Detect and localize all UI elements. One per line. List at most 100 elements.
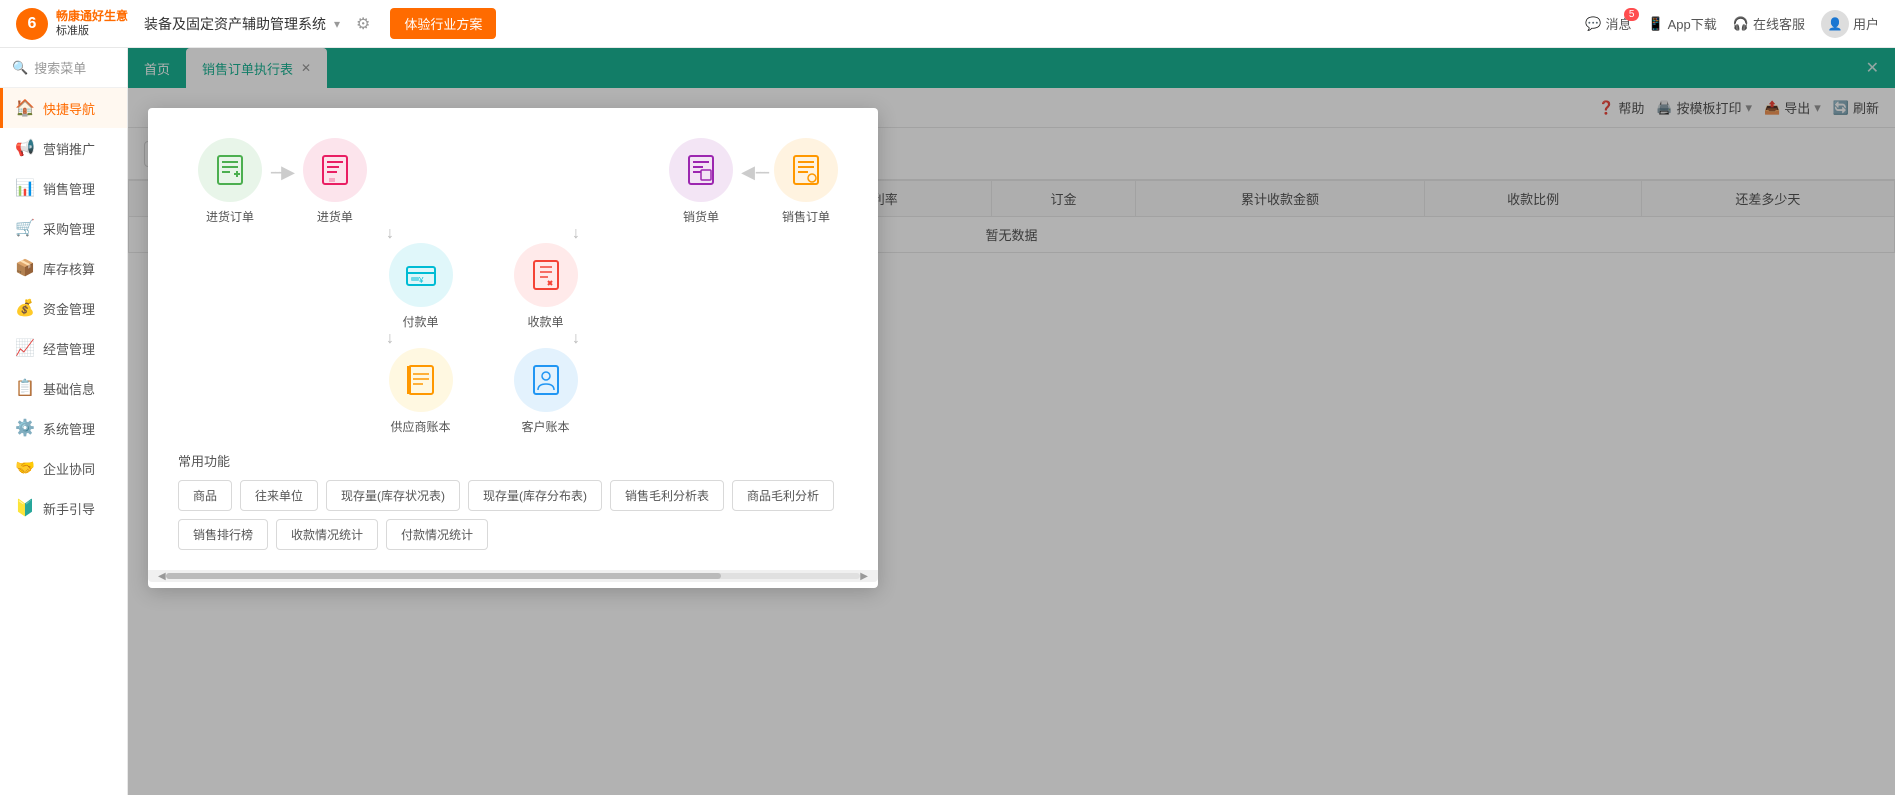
- scrollbar-track[interactable]: [166, 573, 861, 579]
- newbie-icon: 🔰: [15, 498, 35, 518]
- flow-node-receipt[interactable]: 收款单: [514, 243, 578, 330]
- username: 用户: [1853, 14, 1879, 33]
- purchase-icon: 🛒: [15, 218, 35, 238]
- search-icon: 🔍: [12, 60, 28, 76]
- headphone-icon: 🎧: [1733, 16, 1749, 32]
- quick-nav-icon: 🏠: [15, 98, 35, 118]
- scroll-left-icon[interactable]: ◀: [158, 571, 166, 582]
- sidebar-item-basic-info[interactable]: 📋 基础信息: [0, 368, 127, 408]
- sidebar-item-label: 销售管理: [43, 179, 95, 198]
- flow-diagram: 进货订单 - - - ▶: [168, 128, 858, 435]
- func-buttons-row1: 商品 往来单位 现存量(库存状况表) 现存量(库存分布表) 销售毛利分析表 商品…: [178, 480, 848, 511]
- func-btn-receipt-stats[interactable]: 收款情况统计: [276, 519, 378, 550]
- sidebar-item-label: 快捷导航: [43, 99, 95, 118]
- sale-bill-label: 销货单: [683, 208, 719, 225]
- sidebar-item-quick-nav[interactable]: 🏠 快捷导航: [0, 88, 127, 128]
- purchase-order-icon: [198, 138, 262, 202]
- purchase-order-label: 进货订单: [206, 208, 254, 225]
- svg-text:¥: ¥: [418, 276, 424, 285]
- func-btn-product[interactable]: 商品: [178, 480, 232, 511]
- finance-icon: 💰: [15, 298, 35, 318]
- scroll-right-icon[interactable]: ▶: [860, 571, 868, 582]
- sidebar-item-label: 营销推广: [43, 139, 95, 158]
- enterprise-icon: 🤝: [15, 458, 35, 478]
- receipt-icon: [514, 243, 578, 307]
- flow-node-payment[interactable]: ¥ 付款单: [389, 243, 453, 330]
- purchase-bill-label: 进货单: [317, 208, 353, 225]
- search-menu-label: 搜索菜单: [34, 58, 86, 77]
- top-right-area: 💬 消息 5 📱 App下载 🎧 在线客服 👤 用户: [1585, 10, 1879, 38]
- payment-icon: ¥: [389, 243, 453, 307]
- app-download-label: App下载: [1668, 14, 1717, 33]
- trial-button[interactable]: 体验行业方案: [390, 8, 496, 39]
- func-btn-product-profit[interactable]: 商品毛利分析: [732, 480, 834, 511]
- inventory-icon: 📦: [15, 258, 35, 278]
- message-icon: 💬: [1585, 16, 1601, 32]
- sales-icon: 📊: [15, 178, 35, 198]
- sidebar-item-marketing[interactable]: 📢 营销推广: [0, 128, 127, 168]
- sidebar-item-label: 库存核算: [43, 259, 95, 278]
- settings-icon[interactable]: ⚙: [356, 14, 370, 34]
- sidebar-item-label: 基础信息: [43, 379, 95, 398]
- user-area[interactable]: 👤 用户: [1821, 10, 1879, 38]
- flow-node-customer-ledger[interactable]: 客户账本: [514, 348, 578, 435]
- content-area: 首页 销售订单执行表 ✕ ✕ ❓ 帮助 🖨️ 按模板打印 ▾: [128, 48, 1895, 795]
- online-service-label: 在线客服: [1753, 14, 1805, 33]
- app-download-icon: 📱: [1647, 16, 1663, 32]
- modal-overlay: 进货订单 - - - ▶: [128, 48, 1895, 795]
- avatar: 👤: [1821, 10, 1849, 38]
- flow-node-sale-order[interactable]: 销售订单: [774, 138, 838, 225]
- sidebar-item-finance[interactable]: 💰 资金管理: [0, 288, 127, 328]
- customer-ledger-icon: [514, 348, 578, 412]
- purchase-bill-icon: [303, 138, 367, 202]
- flow-node-sale-bill[interactable]: 销货单: [669, 138, 733, 225]
- payment-label: 付款单: [402, 313, 438, 330]
- func-btn-payment-stats[interactable]: 付款情况统计: [386, 519, 488, 550]
- flow-node-purchase-bill[interactable]: 进货单: [303, 138, 367, 225]
- customer-ledger-label: 客户账本: [521, 418, 569, 435]
- sidebar-item-enterprise[interactable]: 🤝 企业协同: [0, 448, 127, 488]
- sidebar-item-label: 资金管理: [43, 299, 95, 318]
- system-name: 装备及固定资产辅助管理系统: [144, 14, 326, 34]
- supplier-ledger-icon: [389, 348, 453, 412]
- sidebar-item-label: 采购管理: [43, 219, 95, 238]
- modal-scrollbar[interactable]: ◀ ▶: [148, 570, 878, 582]
- dropdown-arrow-icon[interactable]: ▾: [334, 17, 340, 31]
- operations-icon: 📈: [15, 338, 35, 358]
- flow-node-purchase-order[interactable]: 进货订单: [198, 138, 262, 225]
- sale-order-icon: [774, 138, 838, 202]
- online-service-button[interactable]: 🎧 在线客服: [1733, 14, 1805, 33]
- supplier-ledger-label: 供应商账本: [390, 418, 450, 435]
- system-icon: ⚙️: [15, 418, 35, 438]
- message-badge: 5: [1624, 8, 1640, 21]
- sale-order-label: 销售订单: [782, 208, 830, 225]
- func-buttons-row2: 销售排行榜 收款情况统计 付款情况统计: [178, 519, 848, 550]
- app-download-button[interactable]: 📱 App下载: [1647, 14, 1716, 33]
- flow-node-supplier-ledger[interactable]: 供应商账本: [389, 348, 453, 435]
- sidebar-item-purchase[interactable]: 🛒 采购管理: [0, 208, 127, 248]
- sidebar-item-newbie[interactable]: 🔰 新手引导: [0, 488, 127, 528]
- logo-icon: 6: [16, 8, 48, 40]
- func-btn-stock-dist[interactable]: 现存量(库存分布表): [468, 480, 602, 511]
- func-btn-stock-status[interactable]: 现存量(库存状况表): [326, 480, 460, 511]
- func-btn-counterpart[interactable]: 往来单位: [240, 480, 318, 511]
- func-btn-sales-rank[interactable]: 销售排行榜: [178, 519, 268, 550]
- scrollbar-thumb[interactable]: [166, 573, 722, 579]
- sidebar-item-inventory[interactable]: 📦 库存核算: [0, 248, 127, 288]
- logo-text: 畅康通好生意 标准版: [56, 9, 128, 39]
- sidebar-item-label: 企业协同: [43, 459, 95, 478]
- sidebar-item-label: 新手引导: [43, 499, 95, 518]
- message-button[interactable]: 💬 消息 5: [1585, 14, 1631, 33]
- sidebar: 🔍 搜索菜单 🏠 快捷导航 📢 营销推广 📊 销售管理 🛒 采购管理 📦: [0, 48, 128, 795]
- sidebar-item-system[interactable]: ⚙️ 系统管理: [0, 408, 127, 448]
- func-btn-sales-profit[interactable]: 销售毛利分析表: [610, 480, 724, 511]
- common-functions-title: 常用功能: [178, 451, 848, 470]
- basic-info-icon: 📋: [15, 378, 35, 398]
- sale-bill-icon: [669, 138, 733, 202]
- marketing-icon: 📢: [15, 138, 35, 158]
- sidebar-item-sales[interactable]: 📊 销售管理: [0, 168, 127, 208]
- search-menu[interactable]: 🔍 搜索菜单: [0, 48, 127, 88]
- flow-modal: 进货订单 - - - ▶: [148, 108, 878, 588]
- system-title: 装备及固定资产辅助管理系统 ▾ ⚙ 体验行业方案: [144, 8, 1585, 39]
- sidebar-item-operations[interactable]: 📈 经营管理: [0, 328, 127, 368]
